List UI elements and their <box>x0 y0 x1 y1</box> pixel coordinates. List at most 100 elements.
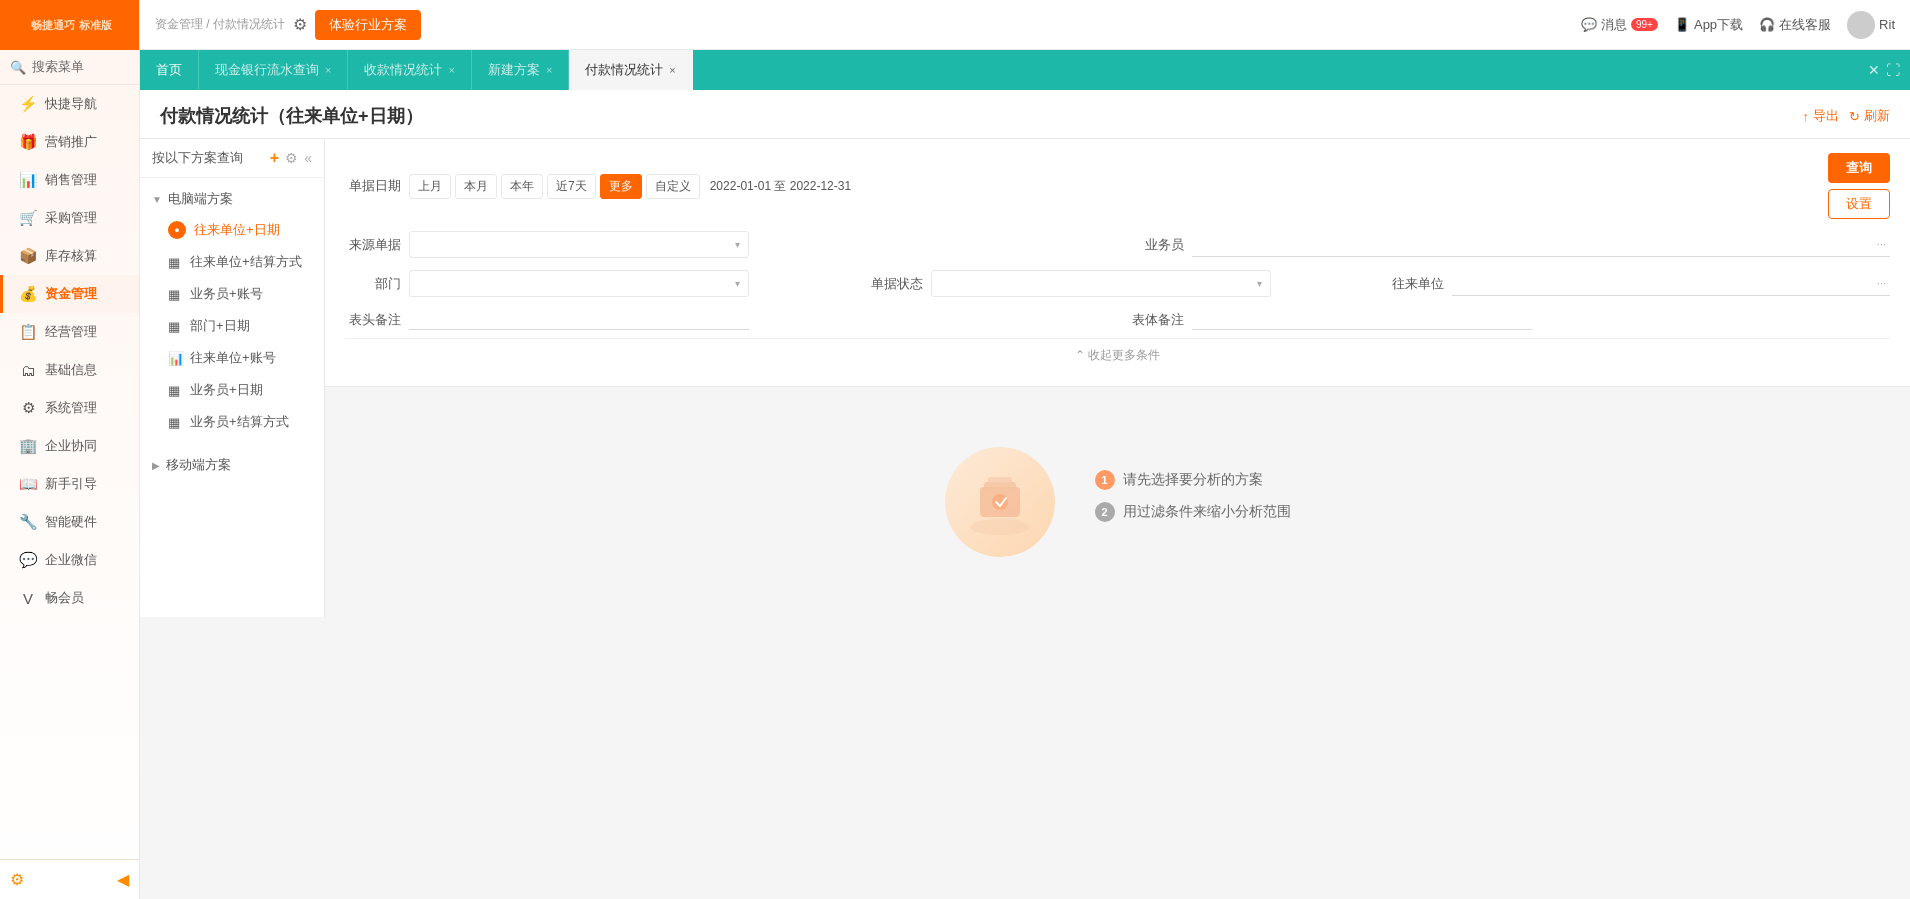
sidebar-item-sales[interactable]: 📊 销售管理 <box>0 161 139 199</box>
sidebar-settings-icon[interactable]: ⚙ <box>10 870 24 889</box>
date-btn-more[interactable]: 更多 <box>600 174 642 199</box>
voucher-status-label: 单据状态 <box>867 275 923 293</box>
refresh-button[interactable]: ↻ 刷新 <box>1849 107 1890 125</box>
date-btn-7days[interactable]: 近7天 <box>547 174 596 199</box>
scheme-panel: 按以下方案查询 + ⚙ « ▼ 电脑端方案 ● <box>140 139 325 617</box>
message-button[interactable]: 💬 消息 99+ <box>1581 16 1658 34</box>
dept-chevron-icon: ▾ <box>735 278 740 289</box>
staff-more-icon[interactable]: ··· <box>1877 238 1886 250</box>
scheme-item-staff-date[interactable]: ▦ 业务员+日期 <box>140 374 324 406</box>
settings-button[interactable]: 设置 <box>1828 189 1890 219</box>
page-content: 付款情况统计（往来单位+日期） ↑ 导出 ↻ 刷新 按以下方案查询 <box>140 90 1910 899</box>
scheme-settings-icon[interactable]: ⚙ <box>285 150 298 166</box>
maximize-icon[interactable]: ⛶ <box>1886 62 1900 78</box>
step2-num: 2 <box>1095 502 1115 522</box>
scheme-label: 业务员+日期 <box>190 381 263 399</box>
tab-new-plan-close[interactable]: × <box>546 64 552 76</box>
sidebar-item-label: 基础信息 <box>45 361 97 379</box>
scheme-item-staff-account[interactable]: ▦ 业务员+账号 <box>140 278 324 310</box>
topbar-settings-icon[interactable]: ⚙ <box>293 15 307 34</box>
guide-icon: 📖 <box>19 475 37 493</box>
sidebar-item-operation[interactable]: 📋 经营管理 <box>0 313 139 351</box>
refresh-icon: ↻ <box>1849 109 1860 124</box>
mobile-group-header[interactable]: ▶ 移动端方案 <box>140 450 324 480</box>
tab-bank-close[interactable]: × <box>325 64 331 76</box>
sidebar-item-guide[interactable]: 📖 新手引导 <box>0 465 139 503</box>
scheme-item-dept-date[interactable]: ▦ 部门+日期 <box>140 310 324 342</box>
sidebar-item-basic[interactable]: 🗂 基础信息 <box>0 351 139 389</box>
query-button[interactable]: 查询 <box>1828 153 1890 183</box>
sidebar-item-label: 系统管理 <box>45 399 97 417</box>
date-filter-label: 单据日期 <box>345 177 401 195</box>
sidebar-item-label: 快捷导航 <box>45 95 97 113</box>
sidebar-item-label: 采购管理 <box>45 209 97 227</box>
sidebar-item-stock[interactable]: 📦 库存核算 <box>0 237 139 275</box>
staff-filter-label: 业务员 <box>1128 236 1184 254</box>
basic-icon: 🗂 <box>19 362 37 379</box>
sidebar-item-capital[interactable]: 💰 资金管理 <box>0 275 139 313</box>
collapse-more-button[interactable]: ⌃ 收起更多条件 <box>345 338 1890 372</box>
pc-group-header[interactable]: ▼ 电脑端方案 <box>140 184 324 214</box>
tab-new-plan[interactable]: 新建方案 × <box>472 50 569 90</box>
sidebar-item-purchase[interactable]: 🛒 采购管理 <box>0 199 139 237</box>
sidebar-item-label: 企业微信 <box>45 551 97 569</box>
tab-collect[interactable]: 收款情况统计 × <box>348 50 471 90</box>
sidebar-item-member[interactable]: V 畅会员 <box>0 579 139 617</box>
scheme-item-staff-payment[interactable]: ▦ 业务员+结算方式 <box>140 406 324 438</box>
scheme-panel-label: 按以下方案查询 <box>152 149 243 167</box>
add-scheme-icon[interactable]: + <box>270 149 279 167</box>
date-btn-this-year[interactable]: 本年 <box>501 174 543 199</box>
pc-group-label: 电脑端方案 <box>168 190 233 208</box>
sidebar-item-hardware[interactable]: 🔧 智能硬件 <box>0 503 139 541</box>
quick-nav-icon: ⚡ <box>19 95 37 113</box>
sales-icon: 📊 <box>19 171 37 189</box>
date-btn-custom[interactable]: 自定义 <box>646 174 700 199</box>
sidebar-item-enterprise[interactable]: 🏢 企业协同 <box>0 427 139 465</box>
sidebar-item-wechat[interactable]: 💬 企业微信 <box>0 541 139 579</box>
tab-collect-close[interactable]: × <box>448 64 454 76</box>
export-button[interactable]: ↑ 导出 <box>1803 107 1840 125</box>
online-service-button[interactable]: 🎧 在线客服 <box>1759 16 1831 34</box>
scheme-item-partner-payment[interactable]: ▦ 往来单位+结算方式 <box>140 246 324 278</box>
body-note-input[interactable] <box>1192 309 1532 330</box>
scheme-label: 往来单位+账号 <box>190 349 276 367</box>
user-profile[interactable]: Rit <box>1847 11 1895 39</box>
sidebar-item-marketing[interactable]: 🎁 营销推广 <box>0 123 139 161</box>
partner-input[interactable] <box>1456 275 1877 292</box>
date-btn-last-month[interactable]: 上月 <box>409 174 451 199</box>
tab-home[interactable]: 首页 <box>140 50 199 90</box>
trial-button[interactable]: 体验行业方案 <box>315 10 421 40</box>
logo-text: 畅捷通巧 <box>31 18 75 33</box>
tab-pay-stat-close[interactable]: × <box>669 64 675 76</box>
date-filter-value: 上月 本月 本年 近7天 更多 自定义 2022-01-01 至 2022-12… <box>409 174 1828 199</box>
sidebar-item-quick-nav[interactable]: ⚡ 快捷导航 <box>0 85 139 123</box>
service-label: 在线客服 <box>1779 16 1831 34</box>
date-btn-this-month[interactable]: 本月 <box>455 174 497 199</box>
sidebar-item-system[interactable]: ⚙ 系统管理 <box>0 389 139 427</box>
sidebar-collapse-icon[interactable]: ◀ <box>117 870 129 889</box>
close-all-tabs-icon[interactable]: ✕ <box>1868 62 1880 78</box>
source-select[interactable]: ▾ <box>409 231 749 258</box>
scheme-item-partner-account[interactable]: 📊 往来单位+账号 <box>140 342 324 374</box>
breadcrumb: 资金管理 / 付款情况统计 <box>155 16 285 33</box>
sidebar-search[interactable]: 🔍 搜索菜单 <box>0 50 139 85</box>
hardware-icon: 🔧 <box>19 513 37 531</box>
tab-bank[interactable]: 现金银行流水查询 × <box>199 50 348 90</box>
header-note-input[interactable] <box>409 309 749 330</box>
date-range-display: 2022-01-01 至 2022-12-31 <box>710 178 851 195</box>
tab-pay-stat[interactable]: 付款情况统计 × <box>569 50 692 90</box>
staff-input[interactable] <box>1196 236 1877 253</box>
export-icon: ↑ <box>1803 109 1810 124</box>
app-label: App下载 <box>1694 16 1743 34</box>
source-select-value <box>418 236 430 253</box>
voucher-status-select[interactable]: ▾ <box>931 270 1271 297</box>
partner-more-icon[interactable]: ··· <box>1877 277 1886 289</box>
tab-bank-label: 现金银行流水查询 <box>215 61 319 79</box>
scheme-item-partner-date[interactable]: ● 往来单位+日期 <box>140 214 324 246</box>
dept-select[interactable]: ▾ <box>409 270 749 297</box>
scheme-collapse-icon[interactable]: « <box>304 150 312 166</box>
empty-illustration <box>945 447 1055 557</box>
app-download-button[interactable]: 📱 App下载 <box>1674 16 1743 34</box>
avatar <box>1847 11 1875 39</box>
step2-label: 用过滤条件来缩小分析范围 <box>1123 503 1291 521</box>
